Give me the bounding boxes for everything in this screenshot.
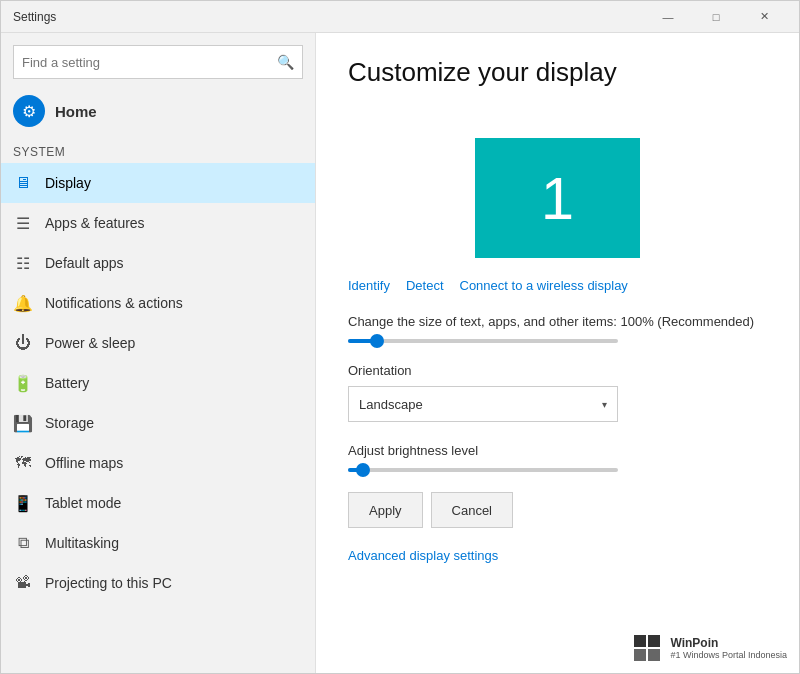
sidebar-item-storage[interactable]: 💾 Storage	[1, 403, 315, 443]
sidebar-item-power-sleep[interactable]: ⏻ Power & sleep	[1, 323, 315, 363]
action-buttons: Apply Cancel	[348, 492, 767, 528]
winpoint-logo	[634, 635, 662, 661]
window-controls: — □ ✕	[645, 1, 787, 33]
sidebar: 🔍 ⚙ Home System 🖥 Display ☰ Apps & featu…	[1, 33, 316, 673]
monitor-display: 1	[475, 138, 640, 258]
orientation-section: Orientation Landscape ▾	[348, 363, 767, 422]
connect-link[interactable]: Connect to a wireless display	[460, 278, 628, 293]
monitor-preview: 1	[348, 108, 767, 278]
logo-sq-3	[634, 649, 646, 661]
cancel-button[interactable]: Cancel	[431, 492, 513, 528]
orientation-label: Orientation	[348, 363, 767, 378]
advanced-display-link[interactable]: Advanced display settings	[348, 548, 498, 563]
apply-button[interactable]: Apply	[348, 492, 423, 528]
text-size-section: Change the size of text, apps, and other…	[348, 313, 767, 343]
minimize-button[interactable]: —	[645, 1, 691, 33]
search-icon: 🔍	[277, 54, 294, 70]
logo-sq-1	[634, 635, 646, 647]
sidebar-item-offline-maps[interactable]: 🗺 Offline maps	[1, 443, 315, 483]
sidebar-item-apps-features[interactable]: ☰ Apps & features	[1, 203, 315, 243]
identify-link[interactable]: Identify	[348, 278, 390, 293]
logo-sq-2	[648, 635, 660, 647]
sidebar-section-system: System	[1, 135, 315, 163]
sidebar-item-battery-label: Battery	[45, 375, 89, 391]
default-apps-icon: ☷	[13, 253, 33, 273]
sidebar-item-projecting[interactable]: 📽 Projecting to this PC	[1, 563, 315, 603]
page-title: Customize your display	[348, 57, 767, 88]
logo-sq-4	[648, 649, 660, 661]
tablet-icon: 📱	[13, 493, 33, 513]
brightness-slider-thumb[interactable]	[356, 463, 370, 477]
watermark-text-block: WinPoin #1 Windows Portal Indonesia	[670, 636, 787, 660]
chevron-down-icon: ▾	[602, 399, 607, 410]
notifications-icon: 🔔	[13, 293, 33, 313]
brightness-label: Adjust brightness level	[348, 442, 767, 460]
sidebar-item-multitasking[interactable]: ⧉ Multitasking	[1, 523, 315, 563]
multitasking-icon: ⧉	[13, 533, 33, 553]
maps-icon: 🗺	[13, 453, 33, 473]
sidebar-item-notifications[interactable]: 🔔 Notifications & actions	[1, 283, 315, 323]
main-content: 🔍 ⚙ Home System 🖥 Display ☰ Apps & featu…	[1, 33, 799, 673]
sidebar-item-projecting-label: Projecting to this PC	[45, 575, 172, 591]
apps-icon: ☰	[13, 213, 33, 233]
battery-icon: 🔋	[13, 373, 33, 393]
projecting-icon: 📽	[13, 573, 33, 593]
brightness-slider-track[interactable]	[348, 468, 618, 472]
sidebar-item-storage-label: Storage	[45, 415, 94, 431]
monitor-number: 1	[541, 164, 574, 233]
maximize-button[interactable]: □	[693, 1, 739, 33]
orientation-value: Landscape	[359, 397, 423, 412]
text-size-slider-thumb[interactable]	[370, 334, 384, 348]
settings-window: Settings — □ ✕ 🔍 ⚙ Home System 🖥	[0, 0, 800, 674]
sidebar-item-notifications-label: Notifications & actions	[45, 295, 183, 311]
sidebar-item-battery[interactable]: 🔋 Battery	[1, 363, 315, 403]
sidebar-item-power-label: Power & sleep	[45, 335, 135, 351]
power-icon: ⏻	[13, 333, 33, 353]
sidebar-item-tablet-label: Tablet mode	[45, 495, 121, 511]
home-label: Home	[55, 103, 97, 120]
close-button[interactable]: ✕	[741, 1, 787, 33]
search-input[interactable]	[22, 55, 277, 70]
sidebar-item-display[interactable]: 🖥 Display	[1, 163, 315, 203]
sidebar-item-default-apps[interactable]: ☷ Default apps	[1, 243, 315, 283]
display-links: Identify Detect Connect to a wireless di…	[348, 278, 767, 293]
advanced-link-container: Advanced display settings	[348, 548, 767, 563]
home-gear-icon: ⚙	[13, 95, 45, 127]
brand-name: WinPoin	[670, 636, 787, 650]
titlebar: Settings — □ ✕	[1, 1, 799, 33]
sidebar-item-apps-label: Apps & features	[45, 215, 145, 231]
storage-icon: 💾	[13, 413, 33, 433]
window-title: Settings	[13, 10, 56, 24]
brand-tagline: #1 Windows Portal Indonesia	[670, 650, 787, 660]
sidebar-item-multitasking-label: Multitasking	[45, 535, 119, 551]
sidebar-item-maps-label: Offline maps	[45, 455, 123, 471]
text-size-label: Change the size of text, apps, and other…	[348, 313, 767, 331]
search-box[interactable]: 🔍	[13, 45, 303, 79]
sidebar-home[interactable]: ⚙ Home	[1, 87, 315, 135]
detect-link[interactable]: Detect	[406, 278, 444, 293]
text-size-slider-track[interactable]	[348, 339, 618, 343]
orientation-dropdown[interactable]: Landscape ▾	[348, 386, 618, 422]
sidebar-item-tablet-mode[interactable]: 📱 Tablet mode	[1, 483, 315, 523]
display-icon: 🖥	[13, 173, 33, 193]
brightness-section: Adjust brightness level	[348, 442, 767, 472]
content-panel: Customize your display 1 Identify Detect…	[316, 33, 799, 673]
sidebar-item-default-apps-label: Default apps	[45, 255, 124, 271]
watermark: WinPoin #1 Windows Portal Indonesia	[634, 635, 787, 661]
sidebar-item-display-label: Display	[45, 175, 91, 191]
